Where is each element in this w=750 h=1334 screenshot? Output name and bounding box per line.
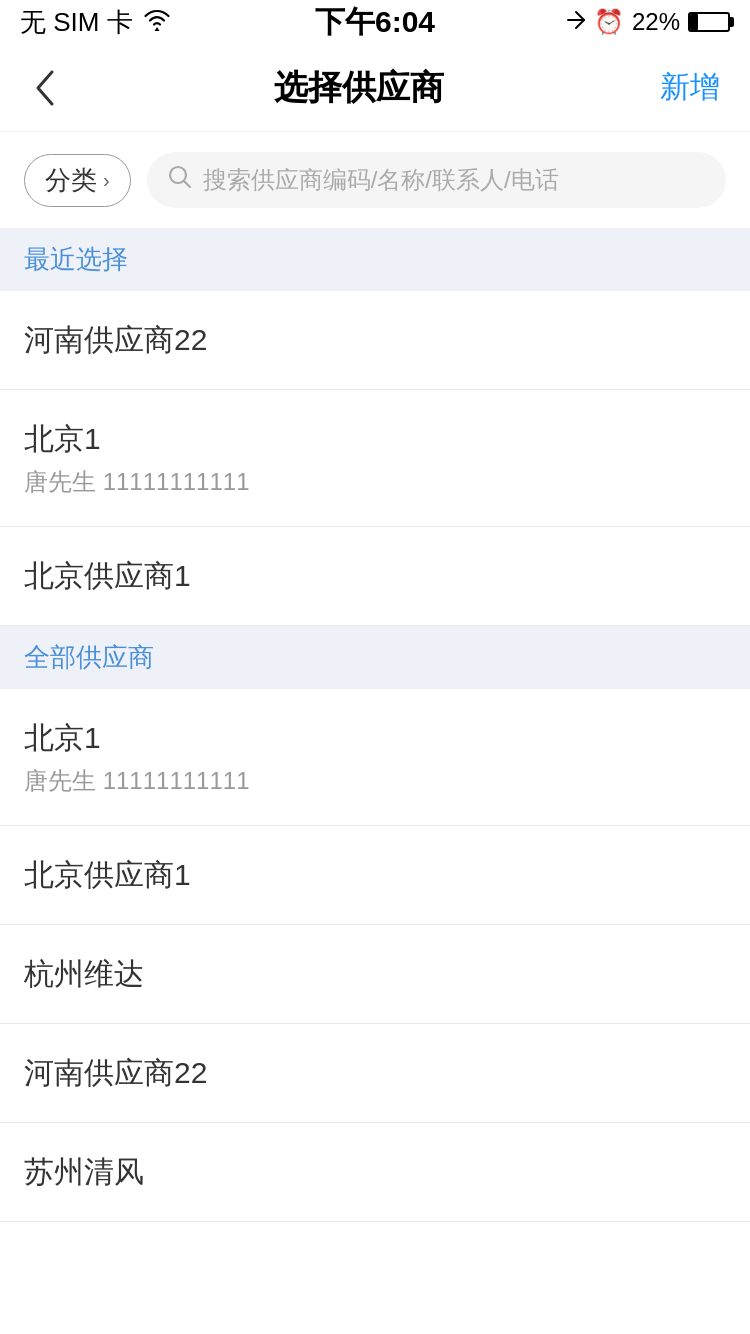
all-list-item[interactable]: 河南供应商22 [0, 1024, 750, 1123]
nav-bar: 选择供应商 新增 [0, 44, 750, 132]
category-label: 分类 [45, 163, 97, 198]
all-section-label: 全部供应商 [24, 642, 154, 672]
time-display: 下午6:04 [315, 2, 435, 43]
status-right: ⏰ 22% [566, 8, 730, 36]
carrier-info: 无 SIM 卡 [20, 5, 171, 40]
search-placeholder: 搜索供应商编码/名称/联系人/电话 [203, 164, 559, 196]
item-name: 河南供应商22 [24, 1052, 726, 1094]
item-name: 苏州清风 [24, 1151, 726, 1193]
recent-list-item[interactable]: 北京1 唐先生 11111111111 [0, 390, 750, 527]
item-name: 北京1 [24, 418, 726, 460]
item-name: 北京1 [24, 717, 726, 759]
search-icon [167, 164, 193, 196]
item-name: 河南供应商22 [24, 319, 726, 361]
recent-list: 河南供应商22 北京1 唐先生 11111111111 北京供应商1 [0, 291, 750, 626]
all-list-item[interactable]: 杭州维达 [0, 925, 750, 1024]
battery-percent: 22% [632, 8, 680, 36]
item-name: 杭州维达 [24, 953, 726, 995]
recent-section-header: 最近选择 [0, 228, 750, 291]
alarm-icon: ⏰ [594, 8, 624, 36]
chevron-right-icon: › [103, 169, 110, 192]
status-bar: 无 SIM 卡 下午6:04 ⏰ 22% [0, 0, 750, 44]
item-detail: 唐先生 11111111111 [24, 466, 726, 498]
search-box[interactable]: 搜索供应商编码/名称/联系人/电话 [147, 152, 726, 208]
all-list-item[interactable]: 北京供应商1 [0, 826, 750, 925]
page-title: 选择供应商 [274, 65, 444, 111]
all-list: 北京1 唐先生 11111111111 北京供应商1 杭州维达河南供应商22 苏州清风 [0, 689, 750, 1222]
battery-icon [688, 12, 730, 32]
recent-list-item[interactable]: 河南供应商22 [0, 291, 750, 390]
all-list-item[interactable]: 苏州清风 [0, 1123, 750, 1222]
recent-section-label: 最近选择 [24, 244, 128, 274]
add-button[interactable]: 新增 [660, 67, 720, 108]
category-filter[interactable]: 分类 › [24, 154, 131, 207]
back-button[interactable] [30, 66, 58, 110]
item-name: 北京供应商1 [24, 854, 726, 896]
location-icon [566, 8, 586, 36]
recent-list-item[interactable]: 北京供应商1 [0, 527, 750, 626]
all-section-header: 全部供应商 [0, 626, 750, 689]
wifi-icon [143, 7, 171, 38]
filter-bar: 分类 › 搜索供应商编码/名称/联系人/电话 [0, 132, 750, 228]
all-list-item[interactable]: 北京1 唐先生 11111111111 [0, 689, 750, 826]
item-detail: 唐先生 11111111111 [24, 765, 726, 797]
carrier-text: 无 SIM 卡 [20, 5, 133, 40]
item-name: 北京供应商1 [24, 555, 726, 597]
